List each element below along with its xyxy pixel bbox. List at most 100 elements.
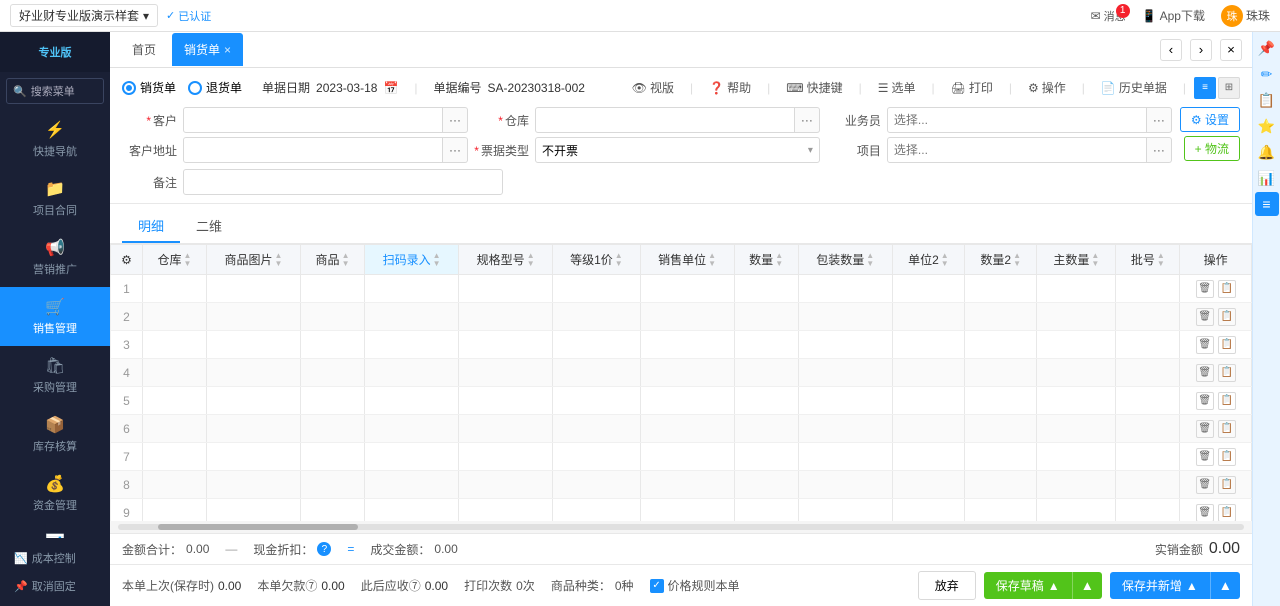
delete-row-btn[interactable]: 🗑 [1196,280,1214,298]
delete-row-btn[interactable]: 🗑 [1196,504,1214,522]
table-cell[interactable] [301,387,365,415]
table-cell[interactable] [301,471,365,499]
table-cell[interactable] [365,331,459,359]
table-cell[interactable] [365,303,459,331]
tab-detail[interactable]: 明细 [122,210,180,243]
copy-row-btn[interactable]: 📋 [1218,476,1236,494]
table-cell[interactable] [143,415,207,443]
table-cell[interactable] [734,387,798,415]
list-view-btn[interactable]: ≡ [1194,77,1216,99]
add-logistics-btn[interactable]: + 物流 [1184,136,1240,161]
table-cell[interactable] [798,499,892,522]
history-btn[interactable]: 📄 历史单据 [1093,76,1175,99]
table-cell[interactable] [553,443,640,471]
table-cell[interactable] [965,359,1037,387]
table-cell[interactable] [1037,415,1116,443]
tab-sales-order[interactable]: 销货单 × [172,33,243,66]
table-cell[interactable] [553,275,640,303]
table-cell[interactable] [553,499,640,522]
grid-view-btn[interactable]: ⊞ [1218,77,1240,99]
table-cell[interactable] [1116,275,1180,303]
table-cell[interactable] [892,331,964,359]
table-cell[interactable] [206,387,300,415]
table-cell[interactable] [206,331,300,359]
table-cell[interactable] [1116,331,1180,359]
tab-close-btn[interactable]: × [224,43,231,57]
table-cell[interactable] [553,471,640,499]
table-cell[interactable] [734,303,798,331]
copy-row-btn[interactable]: 📋 [1218,308,1236,326]
table-cell[interactable] [640,443,734,471]
table-cell[interactable] [459,359,553,387]
table-cell[interactable] [892,443,964,471]
table-cell[interactable] [965,331,1037,359]
customer-btn[interactable]: ··· [443,107,468,133]
table-cell[interactable] [640,331,734,359]
print-btn[interactable]: 🖨 打印 [943,76,1001,99]
table-cell[interactable] [301,275,365,303]
remarks-input[interactable] [183,169,503,195]
table-cell[interactable] [459,275,553,303]
table-cell[interactable] [798,331,892,359]
table-cell[interactable] [734,443,798,471]
right-panel-icon-6[interactable]: 📊 [1255,166,1279,190]
table-cell[interactable] [640,387,734,415]
table-cell[interactable] [640,359,734,387]
delete-row-btn[interactable]: 🗑 [1196,308,1214,326]
table-cell[interactable] [365,387,459,415]
table-cell[interactable] [798,443,892,471]
scroll-thumb[interactable] [158,524,358,530]
select-btn[interactable]: ☰ 选单 [870,76,924,99]
table-cell[interactable] [301,331,365,359]
table-cell[interactable] [459,303,553,331]
table-cell[interactable] [459,471,553,499]
warehouse-input[interactable]: 小宝仓库 [535,107,795,133]
ticket-select[interactable]: 不开票 ▾ [535,137,820,163]
notification-btn[interactable]: ✉ 1 消息 [1091,8,1126,24]
table-cell[interactable] [365,359,459,387]
delete-row-btn[interactable]: 🗑 [1196,392,1214,410]
scroll-area[interactable] [110,521,1252,533]
table-cell[interactable] [206,499,300,522]
table-cell[interactable] [143,499,207,522]
table-cell[interactable] [553,303,640,331]
table-cell[interactable] [798,471,892,499]
table-cell[interactable] [1116,415,1180,443]
sidebar-unpin[interactable]: 📌 取消固定 [8,574,102,598]
copy-row-btn[interactable]: 📋 [1218,420,1236,438]
operation-btn[interactable]: ⚙ 操作 [1020,76,1074,99]
table-cell[interactable] [965,415,1037,443]
user-profile[interactable]: 珠 珠珠 [1221,5,1270,27]
delete-row-btn[interactable]: 🗑 [1196,448,1214,466]
table-cell[interactable] [553,415,640,443]
table-cell[interactable] [206,415,300,443]
shortcut-btn[interactable]: ⌨ 快捷键 [778,76,850,99]
delete-row-btn[interactable]: 🗑 [1196,364,1214,382]
table-cell[interactable] [734,275,798,303]
table-cell[interactable] [143,275,207,303]
price-rule-item[interactable]: ✓ 价格规则本单 [650,577,740,594]
table-cell[interactable] [1116,471,1180,499]
table-cell[interactable] [206,303,300,331]
table-cell[interactable] [365,471,459,499]
copy-row-btn[interactable]: 📋 [1218,280,1236,298]
table-cell[interactable] [553,331,640,359]
table-cell[interactable] [640,275,734,303]
tab-next-btn[interactable]: › [1190,39,1212,61]
sidebar-search[interactable]: 🔍 搜索菜单 [0,72,110,110]
table-cell[interactable] [798,275,892,303]
save-new-dropdown-btn[interactable]: ▲ [1210,572,1240,599]
table-cell[interactable] [640,471,734,499]
app-download-btn[interactable]: 📱 App下载 [1142,7,1205,24]
table-cell[interactable] [143,359,207,387]
table-cell[interactable] [143,443,207,471]
table-cell[interactable] [459,443,553,471]
discard-btn[interactable]: 放弃 [918,571,976,600]
table-cell[interactable] [892,499,964,522]
table-cell[interactable] [640,499,734,522]
table-cell[interactable] [365,275,459,303]
help-btn[interactable]: ❓ 帮助 [701,76,759,99]
right-panel-icon-5[interactable]: 🔔 [1255,140,1279,164]
copy-row-btn[interactable]: 📋 [1218,504,1236,522]
sidebar-item-sales[interactable]: 🛒 销售管理 [0,287,110,346]
